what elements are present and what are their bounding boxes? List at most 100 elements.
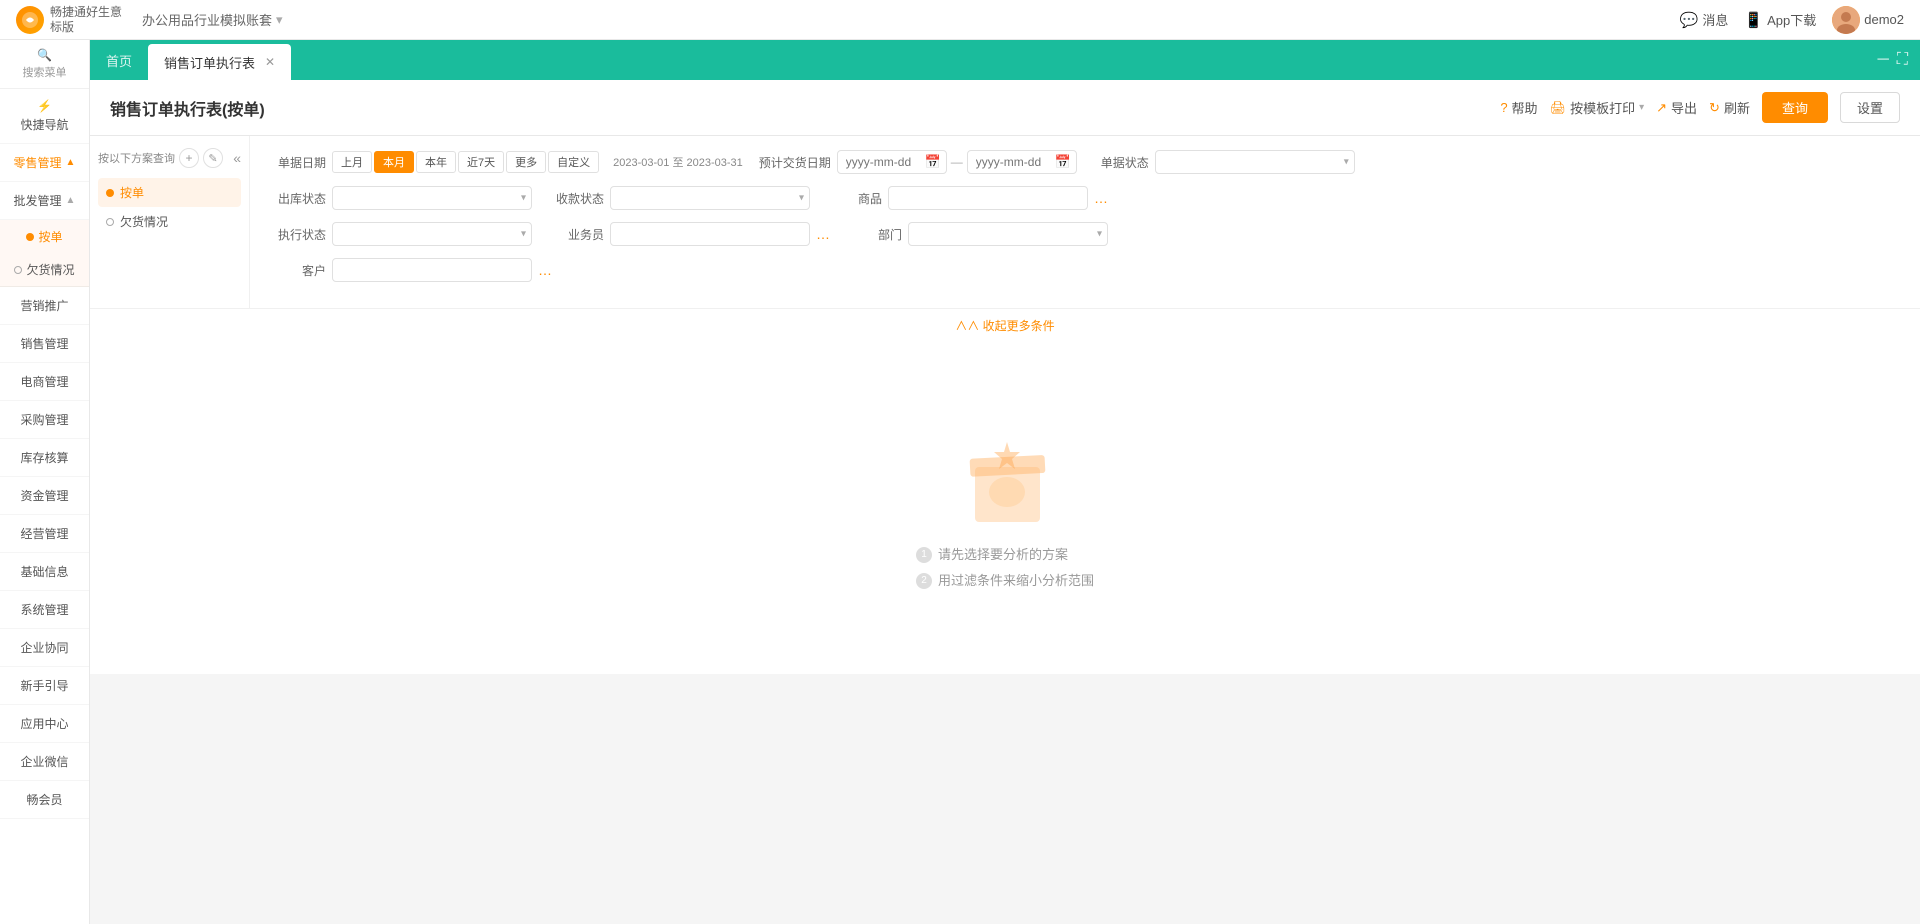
department-select-wrapper bbox=[908, 222, 1108, 246]
page-content: 销售订单执行表(按单) ? 帮助 🖨 按模板打印 ▾ ↗ 导出 bbox=[90, 80, 1920, 924]
filter-row-3: 执行状态 业务员 … bbox=[270, 222, 1900, 246]
sidebar-item-member[interactable]: 畅会员 bbox=[0, 781, 89, 819]
sidebar-item-system[interactable]: 系统管理 bbox=[0, 591, 89, 629]
collapse-more-btn[interactable]: ∧∧ 收起更多条件 bbox=[90, 308, 1920, 342]
sidebar-item-finance[interactable]: 资金管理 bbox=[0, 477, 89, 515]
date-tab-currentmonth[interactable]: 本月 bbox=[374, 151, 414, 173]
print-btn[interactable]: 🖨 按模板打印 ▾ bbox=[1550, 98, 1645, 117]
filter-group-expected-date: 预计交货日期 📅 — 📅 bbox=[759, 150, 1077, 174]
sidebar-item-ecommerce[interactable]: 电商管理 bbox=[0, 363, 89, 401]
export-icon: ↗ bbox=[1656, 100, 1667, 116]
sidebar-sub-debt[interactable]: 欠货情况 bbox=[0, 253, 89, 286]
execution-select[interactable] bbox=[332, 222, 532, 246]
top-header: 畅捷通好生意 标版 办公用品行业模拟账套 ▾ 💬 消息 📱 App下载 bbox=[0, 0, 1920, 40]
customer-input[interactable] bbox=[332, 258, 532, 282]
sidebar-item-wechat[interactable]: 企业微信 bbox=[0, 743, 89, 781]
edit-plan-btn[interactable]: ✎ bbox=[203, 148, 223, 168]
sidebar-sub-order[interactable]: 按单 bbox=[0, 220, 89, 253]
sidebar-item-basic[interactable]: 基础信息 bbox=[0, 553, 89, 591]
date-tab-last7[interactable]: 近7天 bbox=[458, 151, 504, 173]
filter-group-goods: 商品 … bbox=[826, 186, 1108, 210]
tab-home[interactable]: 首页 bbox=[90, 40, 148, 80]
status-select[interactable] bbox=[1155, 150, 1355, 174]
logo-icon bbox=[16, 6, 44, 34]
goods-input[interactable] bbox=[888, 186, 1088, 210]
step-num-1: 1 bbox=[916, 547, 932, 563]
settings-button[interactable]: 设置 bbox=[1840, 92, 1900, 123]
help-btn[interactable]: ? 帮助 bbox=[1500, 98, 1537, 117]
sidebar-item-appstore[interactable]: 应用中心 bbox=[0, 705, 89, 743]
app-download-btn[interactable]: 📱 App下载 bbox=[1744, 10, 1816, 29]
sidebar: 🔍 搜索菜单 ⚡ 快捷导航 零售管理 ▲ 批发管理 ▲ 按单 欠货情况 bbox=[0, 40, 90, 924]
empty-box-svg bbox=[955, 422, 1065, 532]
collapse-icon: ∧∧ bbox=[955, 319, 982, 333]
date-range-expected: 📅 — 📅 bbox=[837, 150, 1077, 174]
status-select-wrapper bbox=[1155, 150, 1355, 174]
salesman-input[interactable] bbox=[610, 222, 810, 246]
date-tab-custom[interactable]: 自定义 bbox=[548, 151, 599, 173]
query-button[interactable]: 查询 bbox=[1762, 92, 1828, 123]
sidebar-item-nav[interactable]: ⚡ 快捷导航 bbox=[0, 89, 89, 144]
date-tab-btns: 上月 本月 本年 近7天 更多 自定义 bbox=[332, 151, 599, 173]
sidebar-item-sales[interactable]: 销售管理 bbox=[0, 325, 89, 363]
export-btn[interactable]: ↗ 导出 bbox=[1656, 98, 1697, 117]
sidebar-item-purchase[interactable]: 采购管理 bbox=[0, 401, 89, 439]
payment-select[interactable] bbox=[610, 186, 810, 210]
sidebar-item-newbie[interactable]: 新手引导 bbox=[0, 667, 89, 705]
print-arrow-icon: ▾ bbox=[1639, 102, 1644, 113]
message-btn[interactable]: 💬 消息 bbox=[1680, 10, 1729, 29]
retail-label: 零售管理 bbox=[14, 154, 62, 171]
sidebar-item-wholesale[interactable]: 批发管理 ▲ bbox=[0, 182, 89, 220]
tab-close-btn[interactable]: ✕ bbox=[265, 55, 275, 69]
filter-plan-order[interactable]: 按单 bbox=[98, 178, 241, 207]
tab-sales-order[interactable]: 销售订单执行表 ✕ bbox=[148, 44, 291, 80]
tab-bar-right: ─ ⛶ bbox=[1877, 51, 1920, 69]
help-icon: ? bbox=[1500, 100, 1507, 115]
inactive-dot bbox=[14, 266, 22, 274]
salesman-more-btn[interactable]: … bbox=[816, 226, 830, 242]
sidebar-sub-wholesale: 按单 欠货情况 bbox=[0, 220, 89, 287]
delivery-select-wrapper bbox=[332, 186, 532, 210]
filter-group-delivery: 出库状态 bbox=[270, 186, 532, 210]
sidebar-item-enterprise[interactable]: 企业协同 bbox=[0, 629, 89, 667]
sidebar-item-operation[interactable]: 经营管理 bbox=[0, 515, 89, 553]
goods-more-btn[interactable]: … bbox=[1094, 190, 1108, 206]
step-num-2: 2 bbox=[916, 573, 932, 589]
main-layout: 🔍 搜索菜单 ⚡ 快捷导航 零售管理 ▲ 批发管理 ▲ 按单 欠货情况 bbox=[0, 40, 1920, 924]
refresh-btn[interactable]: ↻ 刷新 bbox=[1709, 98, 1750, 117]
tab-bar: 首页 销售订单执行表 ✕ ─ ⛶ bbox=[90, 40, 1920, 80]
payment-select-wrapper bbox=[610, 186, 810, 210]
page-header: 销售订单执行表(按单) ? 帮助 🖨 按模板打印 ▾ ↗ 导出 bbox=[90, 80, 1920, 136]
page-title: 销售订单执行表(按单) bbox=[110, 96, 265, 132]
date-tab-currentyear[interactable]: 本年 bbox=[416, 151, 456, 173]
date-tab-lastmonth[interactable]: 上月 bbox=[332, 151, 372, 173]
filter-row-4: 客户 … bbox=[270, 258, 1900, 282]
empty-step-1: 1 请先选择要分析的方案 bbox=[916, 542, 1094, 568]
wholesale-label: 批发管理 bbox=[14, 192, 62, 209]
window-maximize-icon[interactable]: ⛶ bbox=[1897, 51, 1908, 69]
sidebar-item-retail[interactable]: 零售管理 ▲ bbox=[0, 144, 89, 182]
filter-group-department: 部门 bbox=[846, 222, 1108, 246]
empty-state: 1 请先选择要分析的方案 2 用过滤条件来缩小分析范围 bbox=[90, 342, 1920, 674]
calendar-start-icon: 📅 bbox=[925, 154, 941, 170]
filter-right: 单据日期 上月 本月 本年 近7天 更多 自定义 2023-03-01 至 20… bbox=[250, 136, 1920, 308]
collapse-left-btn[interactable]: « bbox=[233, 150, 241, 166]
expand-icon-2: ▲ bbox=[66, 195, 76, 206]
user-avatar[interactable]: demo2 bbox=[1832, 6, 1904, 34]
department-select[interactable] bbox=[908, 222, 1108, 246]
sidebar-search[interactable]: 🔍 搜索菜单 bbox=[0, 40, 89, 89]
sidebar-item-inventory[interactable]: 库存核算 bbox=[0, 439, 89, 477]
add-plan-btn[interactable]: + bbox=[179, 148, 199, 168]
filter-row-1: 单据日期 上月 本月 本年 近7天 更多 自定义 2023-03-01 至 20… bbox=[270, 150, 1900, 174]
delivery-select[interactable] bbox=[332, 186, 532, 210]
date-start-wrapper: 📅 bbox=[837, 150, 947, 174]
sidebar-item-marketing[interactable]: 营销推广 bbox=[0, 287, 89, 325]
customer-more-btn[interactable]: … bbox=[538, 262, 552, 278]
filter-panel: 按以下方案查询 + ✎ « 按单 欠货情况 bbox=[90, 136, 1920, 308]
breadcrumb[interactable]: 办公用品行业模拟账套 ▾ bbox=[142, 10, 283, 29]
window-minimize-icon[interactable]: ─ bbox=[1877, 51, 1888, 69]
calendar-end-icon: 📅 bbox=[1055, 154, 1071, 170]
date-tab-more[interactable]: 更多 bbox=[506, 151, 546, 173]
filter-plan-debt[interactable]: 欠货情况 bbox=[98, 207, 241, 236]
header-right: 💬 消息 📱 App下载 demo2 bbox=[1680, 6, 1904, 34]
